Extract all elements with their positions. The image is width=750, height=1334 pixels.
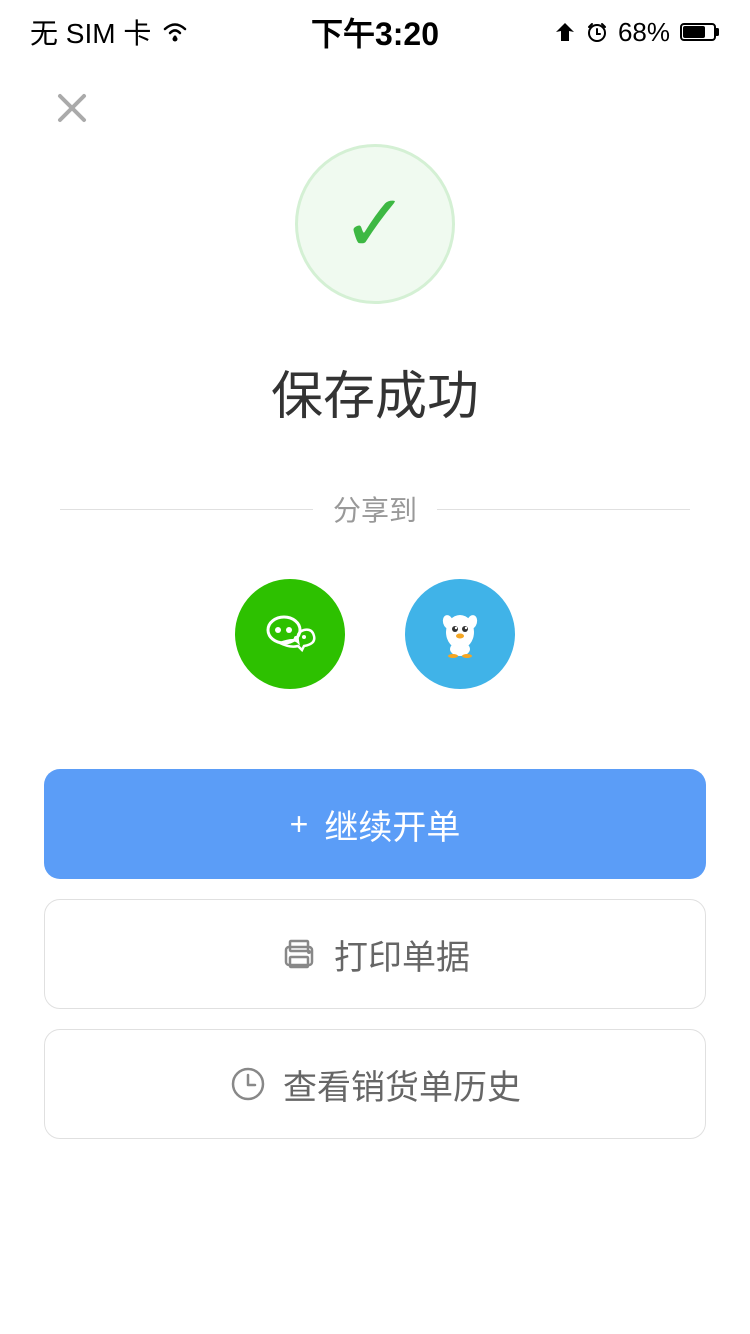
success-circle: ✓	[295, 144, 455, 304]
qq-icon	[428, 602, 492, 666]
sim-status: 无 SIM 卡	[30, 12, 151, 52]
continue-button[interactable]: + 继续开单	[44, 769, 706, 879]
print-button[interactable]: 打印单据	[44, 899, 706, 1009]
divider-line-right	[437, 509, 690, 510]
plus-icon: +	[290, 806, 309, 843]
share-icons	[235, 579, 515, 689]
status-left: 无 SIM 卡	[30, 12, 189, 52]
print-label: 打印单据	[334, 930, 470, 979]
wechat-share-button[interactable]	[235, 579, 345, 689]
share-divider: 分享到	[0, 489, 750, 529]
location-icon	[554, 21, 576, 43]
printer-icon	[280, 935, 318, 973]
battery-icon	[680, 21, 720, 43]
checkmark-icon: ✓	[341, 184, 408, 264]
status-right: 68%	[554, 17, 720, 48]
continue-label: 继续开单	[324, 800, 460, 849]
close-icon	[52, 88, 92, 128]
history-button[interactable]: 查看销货单历史	[44, 1029, 706, 1139]
clock-icon	[229, 1065, 267, 1103]
close-button[interactable]	[44, 80, 100, 136]
alarm-icon	[586, 21, 608, 43]
action-buttons: + 继续开单 打印单据 查看销货单历史	[0, 769, 750, 1139]
status-bar: 无 SIM 卡 下午3:20 68%	[0, 0, 750, 64]
share-divider-text: 分享到	[333, 489, 417, 529]
wechat-icon	[258, 602, 322, 666]
history-label: 查看销货单历史	[283, 1060, 521, 1109]
status-time: 下午3:20	[311, 9, 439, 55]
battery-percent: 68%	[618, 17, 670, 48]
divider-line-left	[60, 509, 313, 510]
success-title: 保存成功	[271, 354, 479, 429]
wifi-icon	[161, 21, 189, 43]
qq-share-button[interactable]	[405, 579, 515, 689]
main-content: ✓ 保存成功 分享到	[0, 64, 750, 1139]
